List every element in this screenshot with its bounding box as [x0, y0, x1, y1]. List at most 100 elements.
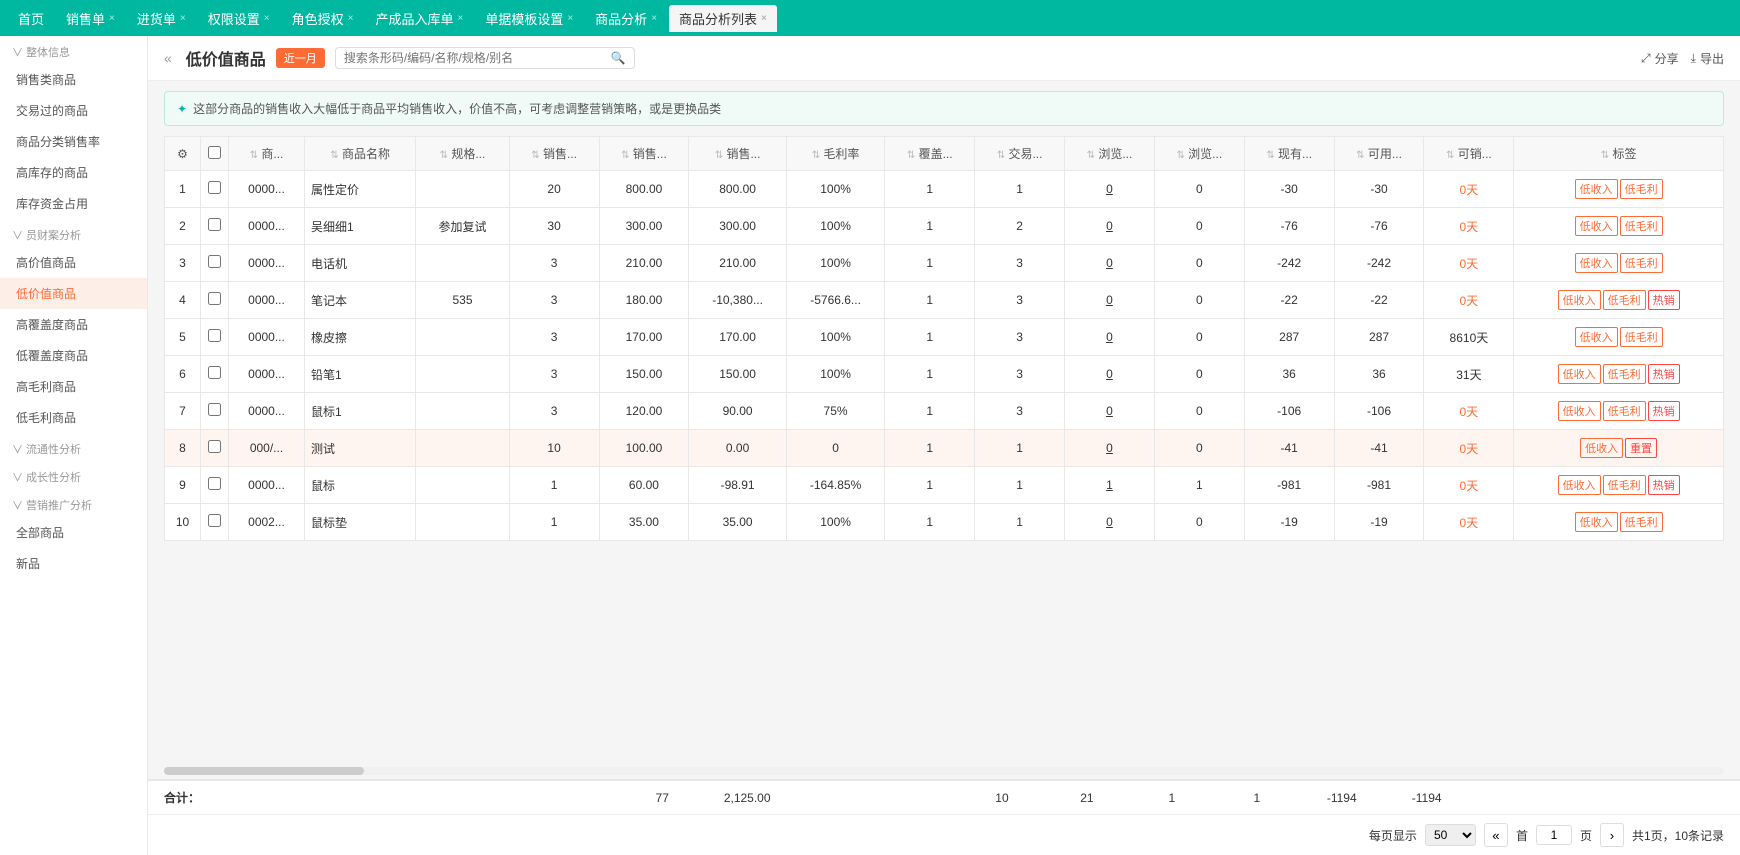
th-browse2[interactable]: ⇅ 浏览...: [1154, 137, 1244, 171]
row-checkbox[interactable]: [201, 356, 229, 393]
nav-template-settings-close[interactable]: ×: [567, 13, 573, 24]
nav-roles-close[interactable]: ×: [348, 13, 354, 24]
nav-home[interactable]: 首页: [8, 5, 54, 32]
row-select-checkbox[interactable]: [208, 218, 221, 231]
th-stock[interactable]: ⇅ 现有...: [1244, 137, 1334, 171]
page-input[interactable]: [1536, 825, 1572, 845]
nav-finished-goods-close[interactable]: ×: [457, 13, 463, 24]
browse-link[interactable]: 0: [1106, 182, 1113, 196]
th-qty[interactable]: ⇅ 销售...: [509, 137, 599, 171]
row-checkbox[interactable]: [201, 282, 229, 319]
row-checkbox[interactable]: [201, 208, 229, 245]
sidebar-item-traded-goods[interactable]: 交易过的商品: [0, 95, 147, 126]
row-browse1[interactable]: 0: [1065, 208, 1155, 245]
sidebar-item-stock-capital[interactable]: 库存资金占用: [0, 188, 147, 219]
search-input[interactable]: [344, 51, 607, 65]
browse-link[interactable]: 0: [1106, 441, 1113, 455]
row-select-checkbox[interactable]: [208, 292, 221, 305]
nav-template-settings[interactable]: 单据模板设置 ×: [475, 5, 583, 32]
row-browse1[interactable]: 0: [1065, 356, 1155, 393]
sidebar-item-all-goods[interactable]: 全部商品: [0, 517, 147, 548]
select-all-checkbox[interactable]: [208, 146, 221, 159]
row-checkbox[interactable]: [201, 319, 229, 356]
settings-icon[interactable]: ⚙: [177, 147, 188, 161]
row-browse1[interactable]: 0: [1065, 393, 1155, 430]
nav-purchase-close[interactable]: ×: [180, 13, 186, 24]
sidebar-item-high-value[interactable]: 高价值商品: [0, 247, 147, 278]
sidebar-item-sales-goods[interactable]: 销售类商品: [0, 64, 147, 95]
sidebar-group-flow[interactable]: ∨ 流通性分析: [0, 433, 147, 461]
per-page-select[interactable]: 50 100 200: [1425, 824, 1476, 846]
nav-permissions-close[interactable]: ×: [264, 13, 270, 24]
nav-finished-goods[interactable]: 产成品入库单 ×: [365, 5, 473, 32]
row-checkbox[interactable]: [201, 430, 229, 467]
th-code[interactable]: ⇅ 商...: [229, 137, 305, 171]
share-button[interactable]: ⤢ 分享: [1641, 50, 1679, 67]
row-browse1[interactable]: 1: [1065, 467, 1155, 504]
sidebar-group-growth[interactable]: ∨ 成长性分析: [0, 461, 147, 489]
row-checkbox[interactable]: [201, 504, 229, 541]
nav-product-analysis[interactable]: 商品分析 ×: [585, 5, 667, 32]
browse-link[interactable]: 0: [1106, 256, 1113, 270]
row-select-checkbox[interactable]: [208, 255, 221, 268]
first-page-button[interactable]: «: [1484, 823, 1508, 847]
row-select-checkbox[interactable]: [208, 366, 221, 379]
th-tags[interactable]: ⇅ 标签: [1514, 137, 1724, 171]
th-price[interactable]: ⇅ 销售...: [599, 137, 689, 171]
browse-link[interactable]: 0: [1106, 404, 1113, 418]
row-browse1[interactable]: 0: [1065, 504, 1155, 541]
th-name[interactable]: ⇅ 商品名称: [305, 137, 416, 171]
sidebar-item-low-value[interactable]: 低价值商品: [0, 278, 147, 309]
th-amount[interactable]: ⇅ 销售...: [689, 137, 786, 171]
nav-roles[interactable]: 角色授权 ×: [282, 5, 364, 32]
th-coverage[interactable]: ⇅ 覆盖...: [885, 137, 975, 171]
scrollbar-thumb[interactable]: [164, 767, 364, 775]
browse-link[interactable]: 0: [1106, 367, 1113, 381]
nav-product-analysis-list[interactable]: 商品分析列表 ×: [669, 5, 777, 32]
sidebar-item-category-sales[interactable]: 商品分类销售率: [0, 126, 147, 157]
th-browse1[interactable]: ⇅ 浏览...: [1065, 137, 1155, 171]
th-avail[interactable]: ⇅ 可用...: [1334, 137, 1424, 171]
time-tag-button[interactable]: 近一月: [276, 48, 325, 68]
row-checkbox[interactable]: [201, 245, 229, 282]
sidebar-item-new-goods[interactable]: 新品: [0, 548, 147, 579]
row-select-checkbox[interactable]: [208, 403, 221, 416]
row-browse1[interactable]: 0: [1065, 245, 1155, 282]
th-sellable[interactable]: ⇅ 可销...: [1424, 137, 1514, 171]
browse-link[interactable]: 0: [1106, 293, 1113, 307]
row-select-checkbox[interactable]: [208, 329, 221, 342]
th-margin[interactable]: ⇅ 毛利率: [786, 137, 884, 171]
th-checkbox[interactable]: [201, 137, 229, 171]
browse-link[interactable]: 0: [1106, 330, 1113, 344]
browse-link[interactable]: 0: [1106, 515, 1113, 529]
browse-link[interactable]: 1: [1106, 478, 1113, 492]
row-checkbox[interactable]: [201, 171, 229, 208]
row-select-checkbox[interactable]: [208, 514, 221, 527]
sidebar-item-low-margin[interactable]: 低毛利商品: [0, 402, 147, 433]
horizontal-scrollbar[interactable]: [164, 767, 1724, 775]
sidebar-item-high-stock[interactable]: 高库存的商品: [0, 157, 147, 188]
next-page-button[interactable]: ›: [1600, 823, 1624, 847]
sidebar-item-high-coverage[interactable]: 高覆盖度商品: [0, 309, 147, 340]
nav-permissions[interactable]: 权限设置 ×: [198, 5, 280, 32]
row-select-checkbox[interactable]: [208, 477, 221, 490]
row-browse1[interactable]: 0: [1065, 319, 1155, 356]
nav-product-analysis-close[interactable]: ×: [651, 13, 657, 24]
nav-sales-close[interactable]: ×: [109, 13, 115, 24]
collapse-button[interactable]: «: [164, 50, 172, 66]
nav-product-analysis-list-close[interactable]: ×: [761, 13, 767, 24]
sidebar-item-low-coverage[interactable]: 低覆盖度商品: [0, 340, 147, 371]
row-checkbox[interactable]: [201, 393, 229, 430]
nav-purchase[interactable]: 进货单 ×: [127, 5, 196, 32]
row-select-checkbox[interactable]: [208, 181, 221, 194]
sidebar-item-high-margin[interactable]: 高毛利商品: [0, 371, 147, 402]
row-checkbox[interactable]: [201, 467, 229, 504]
th-trade[interactable]: ⇅ 交易...: [975, 137, 1065, 171]
export-button[interactable]: ⤓ 导出: [1691, 50, 1724, 67]
th-settings[interactable]: ⚙: [165, 137, 201, 171]
nav-sales[interactable]: 销售单 ×: [56, 5, 125, 32]
th-spec[interactable]: ⇅ 规格...: [416, 137, 509, 171]
browse-link[interactable]: 0: [1106, 219, 1113, 233]
row-browse1[interactable]: 0: [1065, 171, 1155, 208]
row-browse1[interactable]: 0: [1065, 430, 1155, 467]
